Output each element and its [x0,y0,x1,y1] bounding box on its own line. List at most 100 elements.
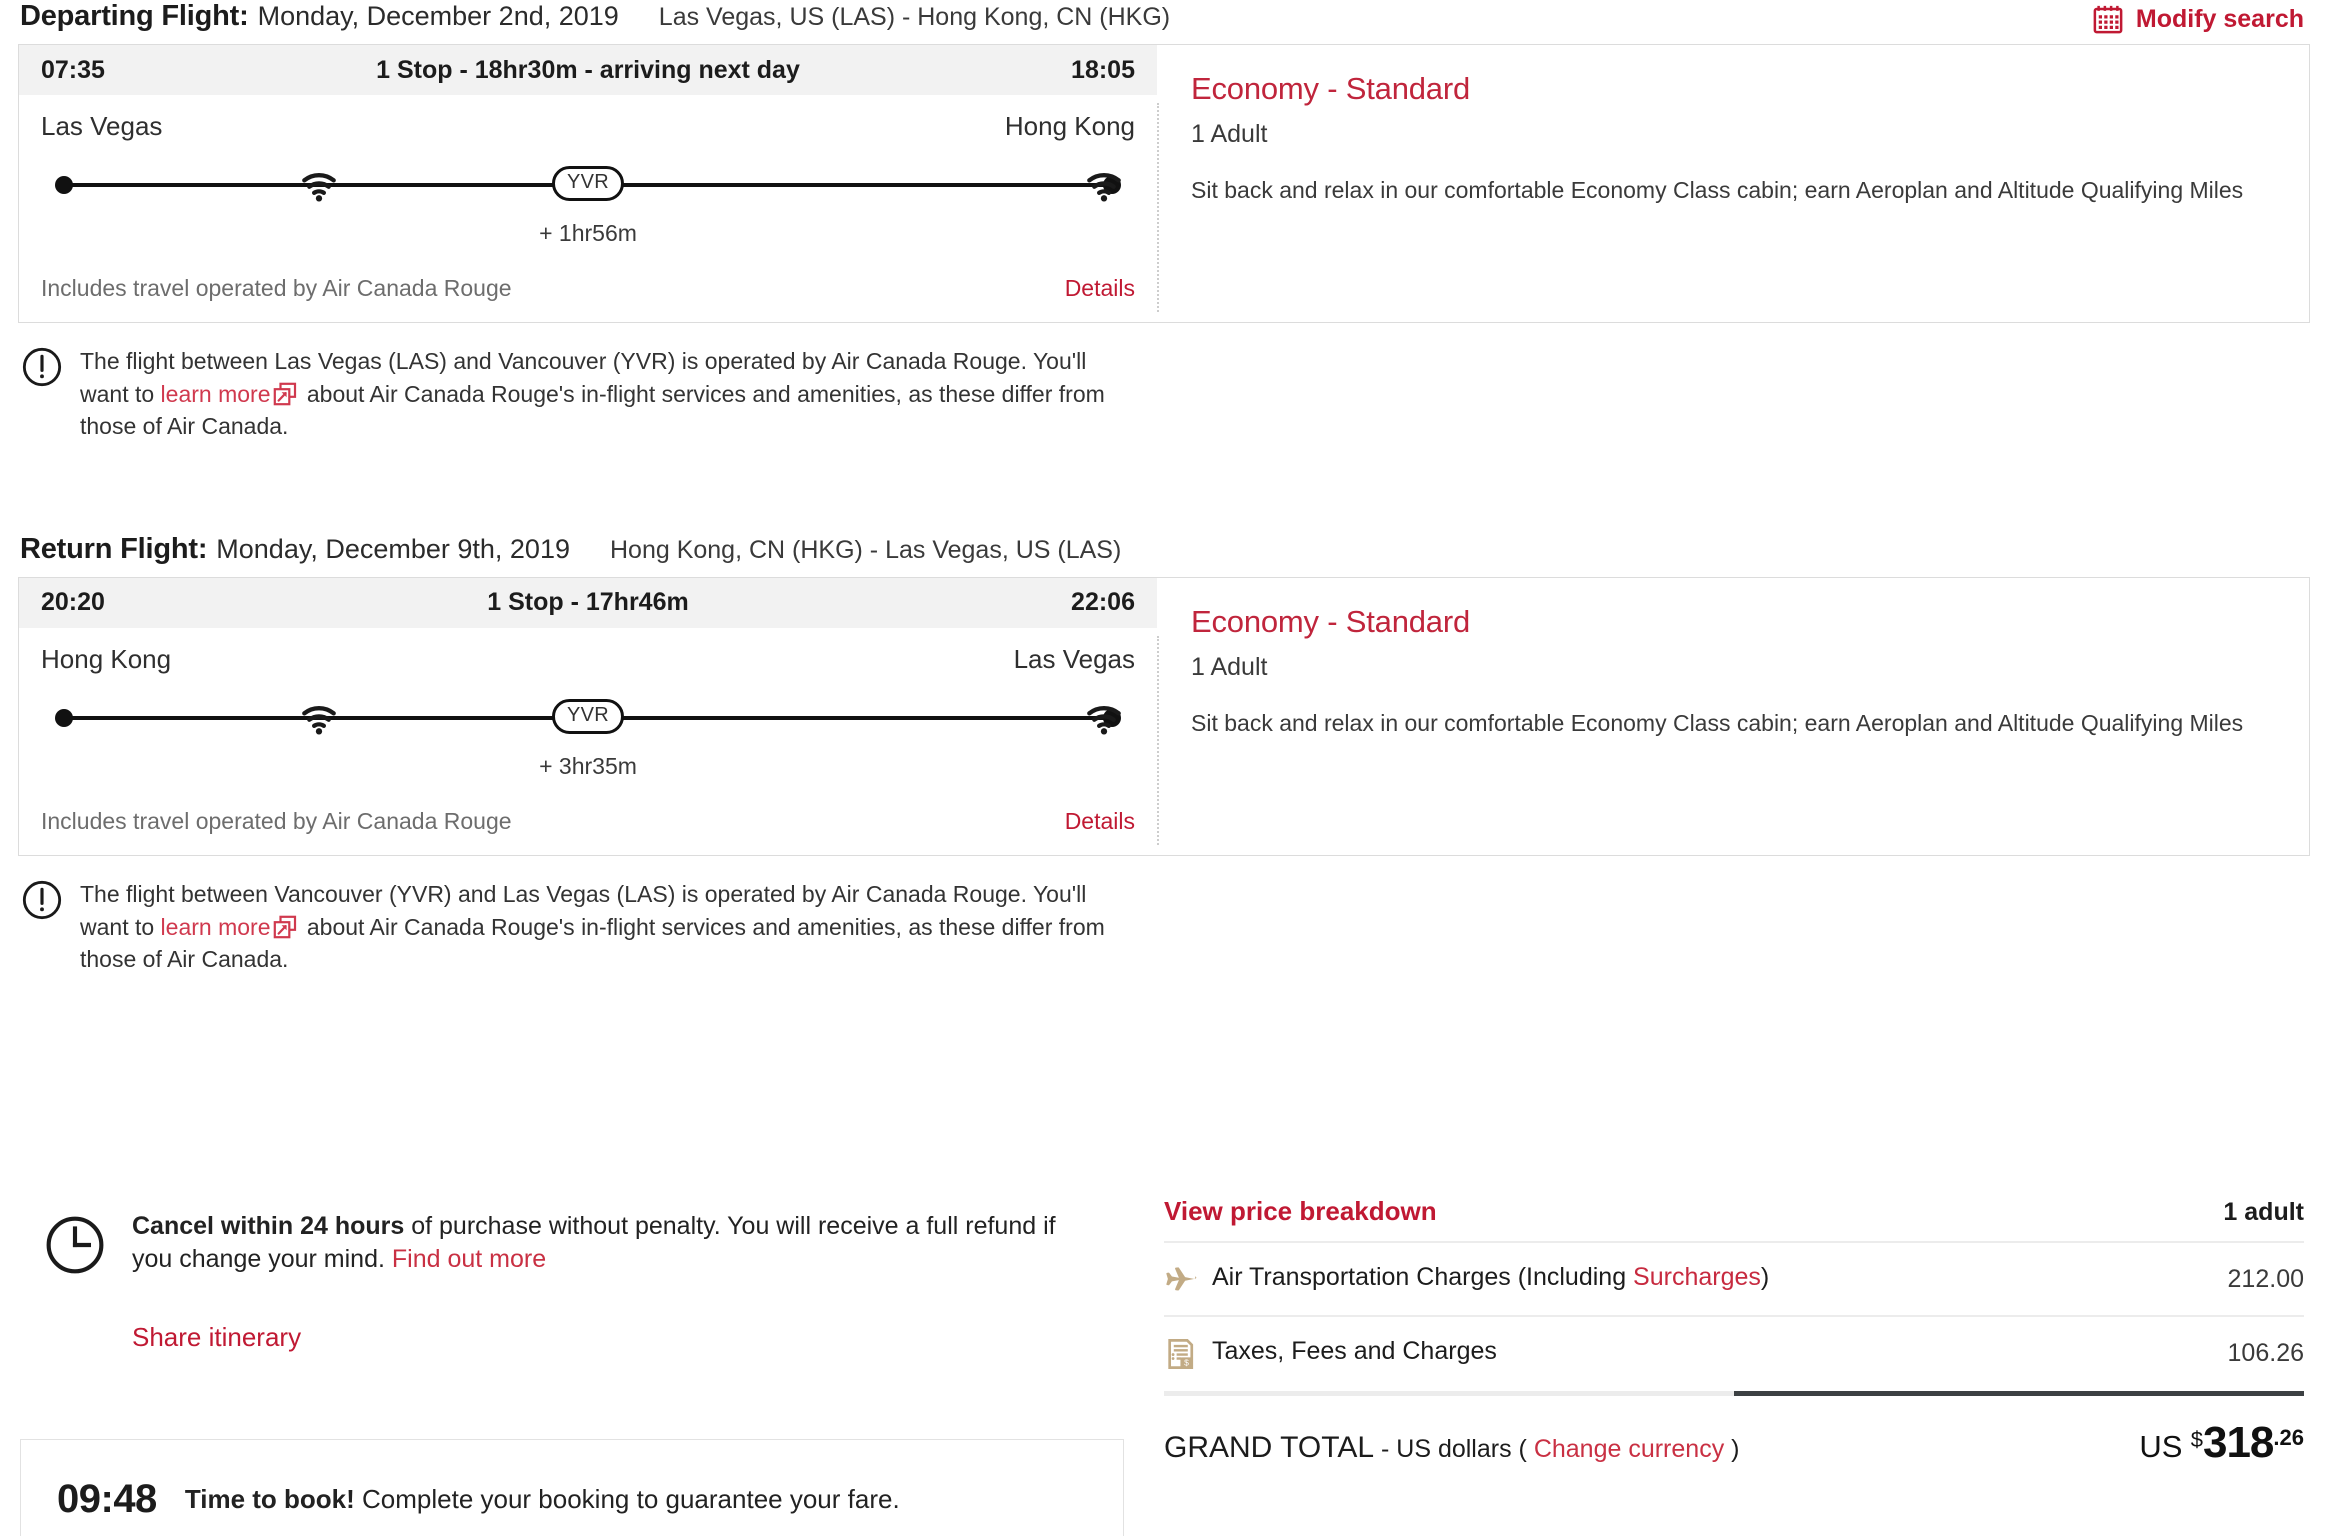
total-dollar-sign: $ [2190,1427,2203,1452]
booking-timer-value: 09:48 [57,1476,157,1521]
return-fare-passengers: 1 Adult [1191,652,1268,681]
return-flight-card: 20:20 1 Stop - 17hr46m 22:06 Hong Kong L… [18,576,2310,856]
alert-circle-icon [22,880,62,920]
return-note-text: The flight between Vancouver (YVR) and L… [80,878,1140,976]
total-whole: 318 [2202,1418,2274,1467]
surcharges-link[interactable]: Surcharges [1633,1263,1761,1291]
cancellation-text: Cancel within 24 hours of purchase witho… [132,1210,1062,1276]
learn-more-link[interactable]: learn more [161,381,271,407]
departing-route: Las Vegas, US (LAS) - Hong Kong, CN (HKG… [658,3,1171,31]
return-duration-summary: 1 Stop - 17hr46m [487,588,689,617]
wifi-icon [1084,698,1124,738]
return-route-body: Hong Kong Las Vegas YVR + 3hr35m [19,628,1157,780]
departing-arrive-time: 18:05 [1071,55,1135,84]
receipt-dollar-icon: $ [1164,1337,1198,1371]
return-fare-name[interactable]: Economy - Standard [1191,604,2279,640]
price-row-amount: 106.26 [2227,1338,2304,1367]
departing-flight-footer: Includes travel operated by Air Canada R… [19,247,1157,322]
departing-cities: Las Vegas Hong Kong [41,111,1135,142]
return-rouge-note: The flight between Vancouver (YVR) and L… [0,856,1140,976]
return-operated-note: Includes travel operated by Air Canada R… [41,807,512,834]
departing-fare-passengers: 1 Adult [1191,120,1268,148]
departing-operated-note: Includes travel operated by Air Canada R… [41,275,512,301]
return-origin-city: Hong Kong [41,643,172,674]
departing-fare-name[interactable]: Economy - Standard [1191,71,2279,107]
return-stop-badge[interactable]: YVR [551,698,625,734]
alert-circle-icon [22,347,62,387]
price-row-text: Taxes, Fees and Charges [1212,1337,1497,1365]
bottom-section: Cancel within 24 hours of purchase witho… [0,1196,2326,1536]
external-link-icon[interactable] [273,382,297,406]
external-link-icon[interactable] [273,915,297,939]
return-cities: Hong Kong Las Vegas [41,644,1135,675]
price-row-tail: ) [1760,1263,1770,1291]
return-flight-details: 20:20 1 Stop - 17hr46m 22:06 Hong Kong L… [19,577,1157,855]
grand-total-row: GRAND TOTAL - US dollars ( Change curren… [1164,1396,2304,1468]
departing-flight-card: 07:35 1 Stop - 18hr30m - arriving next d… [18,44,2310,323]
timer-bold-lead: Time to book! [184,1483,355,1514]
view-price-breakdown-link[interactable]: View price breakdown [1164,1196,1437,1227]
departing-timeline: YVR [41,156,1135,216]
return-label: Return Flight: [20,532,208,565]
price-breakdown-passengers: 1 adult [2223,1198,2304,1226]
return-details-link[interactable]: Details [1065,808,1135,835]
return-arrive-time: 22:06 [1071,588,1135,617]
departing-stop-badge[interactable]: YVR [551,166,625,201]
departing-layover-duration: + 1hr56m [539,220,637,246]
timer-message-body: Complete your booking to guarantee your … [354,1483,900,1514]
return-date: Monday, December 9th, 2019 [216,533,570,564]
price-breakdown-header: View price breakdown 1 adult [1164,1196,2304,1241]
total-currency-prefix: US [2139,1429,2183,1464]
separator-dark [1734,1391,2304,1396]
grand-total-separator [1164,1391,2304,1396]
grand-total-currency-text: - US dollars ( [1374,1435,1534,1463]
find-out-more-link[interactable]: Find out more [392,1245,546,1273]
price-row-taxes: $ Taxes, Fees and Charges 106.26 [1164,1315,2304,1389]
timeline-origin-dot [55,708,73,727]
change-currency-link[interactable]: Change currency [1534,1435,1724,1463]
modify-search-button[interactable]: Modify search [2093,4,2304,34]
departing-label: Departing Flight: [20,0,249,32]
booking-timer-box: 09:48 Time to book! Complete your bookin… [20,1439,1124,1536]
departing-date: Monday, December 2nd, 2019 [257,1,619,31]
svg-text:$: $ [1184,1357,1189,1367]
clock-icon [44,1214,106,1276]
timeline-origin-dot [55,176,73,194]
return-destination-city: Las Vegas [1013,643,1135,674]
return-fare-description: Sit back and relax in our comfortable Ec… [1191,709,2244,736]
departing-details-link[interactable]: Details [1065,275,1135,302]
grand-total-text: GRAND TOTAL [1164,1431,1375,1464]
departing-depart-time: 07:35 [41,55,105,84]
departing-fare-panel: Economy - Standard 1 Adult Sit back and … [1159,45,2309,322]
return-layover-duration: + 3hr35m [539,752,637,779]
learn-more-link[interactable]: learn more [161,914,271,940]
grand-total-label: GRAND TOTAL - US dollars ( Change curren… [1164,1431,1739,1465]
departing-flight-details: 07:35 1 Stop - 18hr30m - arriving next d… [19,45,1157,322]
return-route: Hong Kong, CN (HKG) - Las Vegas, US (LAS… [609,535,1122,564]
grand-total-amount: US $318.26 [2139,1418,2304,1468]
price-breakdown-panel: View price breakdown 1 adult Air Transpo… [1140,1196,2326,1468]
booking-timer-message: Time to book! Complete your booking to g… [185,1484,900,1515]
modify-search-label: Modify search [2135,4,2304,33]
price-row-label: Air Transportation Charges (Including Su… [1164,1261,1769,1297]
cancellation-bold-lead: Cancel within 24 hours [132,1212,405,1240]
wifi-icon [299,165,339,205]
airplane-icon [1164,1263,1198,1297]
price-row-plain: Air Transportation Charges (Including [1212,1263,1634,1291]
departing-rouge-note: The flight between Las Vegas (LAS) and V… [0,323,1140,443]
return-flight-summary-bar: 20:20 1 Stop - 17hr46m 22:06 [19,577,1157,628]
departing-flight-heading: Departing Flight: Monday, December 2nd, … [0,0,2326,44]
grand-total-currency-tail: ) [1724,1435,1740,1463]
departing-origin-city: Las Vegas [41,111,163,141]
share-itinerary-link[interactable]: Share itinerary [132,1322,1140,1353]
return-fare-panel: Economy - Standard 1 Adult Sit back and … [1159,578,2309,855]
wifi-icon [1084,165,1124,205]
return-timeline: YVR [41,689,1135,749]
departing-destination-city: Hong Kong [1004,111,1135,141]
itinerary-page: Departing Flight: Monday, December 2nd, … [0,0,2326,1536]
cancellation-section: Cancel within 24 hours of purchase witho… [0,1196,1140,1536]
separator-light [1164,1391,1734,1396]
departing-note-text: The flight between Las Vegas (LAS) and V… [80,345,1140,443]
price-row-text: Air Transportation Charges (Including Su… [1212,1261,1769,1297]
cancellation-policy: Cancel within 24 hours of purchase witho… [44,1196,1140,1276]
